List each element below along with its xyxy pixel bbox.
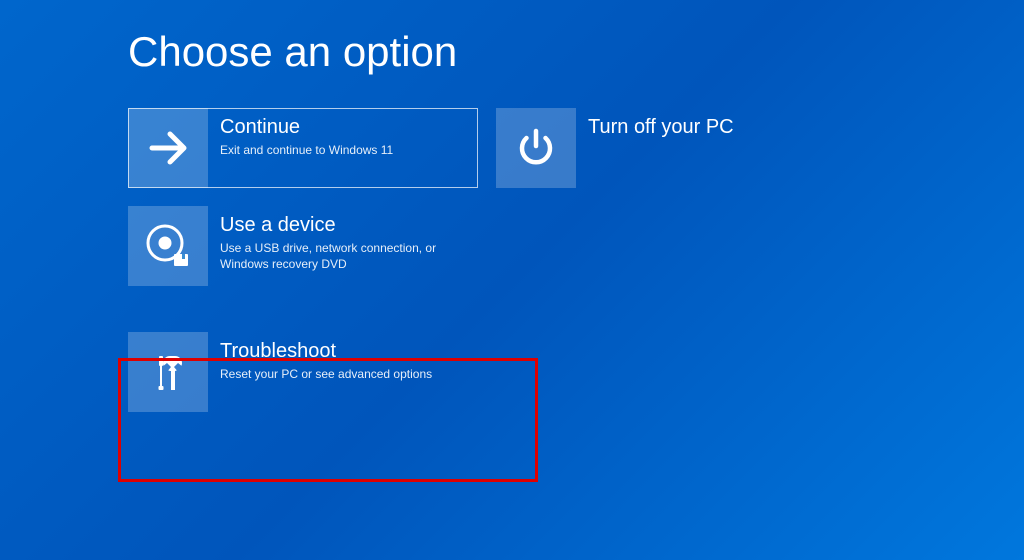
turnoff-label: Turn off your PC [588,116,846,139]
options-container: Continue Exit and continue to Windows 11… [128,108,846,430]
device-label: Use a device [220,214,478,237]
continue-label: Continue [220,116,478,139]
continue-desc: Exit and continue to Windows 11 [220,142,478,158]
turnoff-text: Turn off your PC [588,108,846,142]
troubleshoot-button[interactable]: Troubleshoot Reset your PC or see advanc… [128,332,478,412]
troubleshoot-desc: Reset your PC or see advanced options [220,366,478,382]
tools-icon [128,332,208,412]
device-desc: Use a USB drive, network connection, or … [220,240,478,272]
turnoff-button[interactable]: Turn off your PC [496,108,846,188]
troubleshoot-label: Troubleshoot [220,340,478,363]
continue-text: Continue Exit and continue to Windows 11 [220,108,478,158]
continue-button[interactable]: Continue Exit and continue to Windows 11 [128,108,478,188]
device-text: Use a device Use a USB drive, network co… [220,206,478,272]
troubleshoot-text: Troubleshoot Reset your PC or see advanc… [220,332,478,382]
page-title: Choose an option [128,28,457,76]
device-button[interactable]: Use a device Use a USB drive, network co… [128,206,478,286]
arrow-right-icon [128,108,208,188]
disc-icon [128,206,208,286]
power-icon [496,108,576,188]
